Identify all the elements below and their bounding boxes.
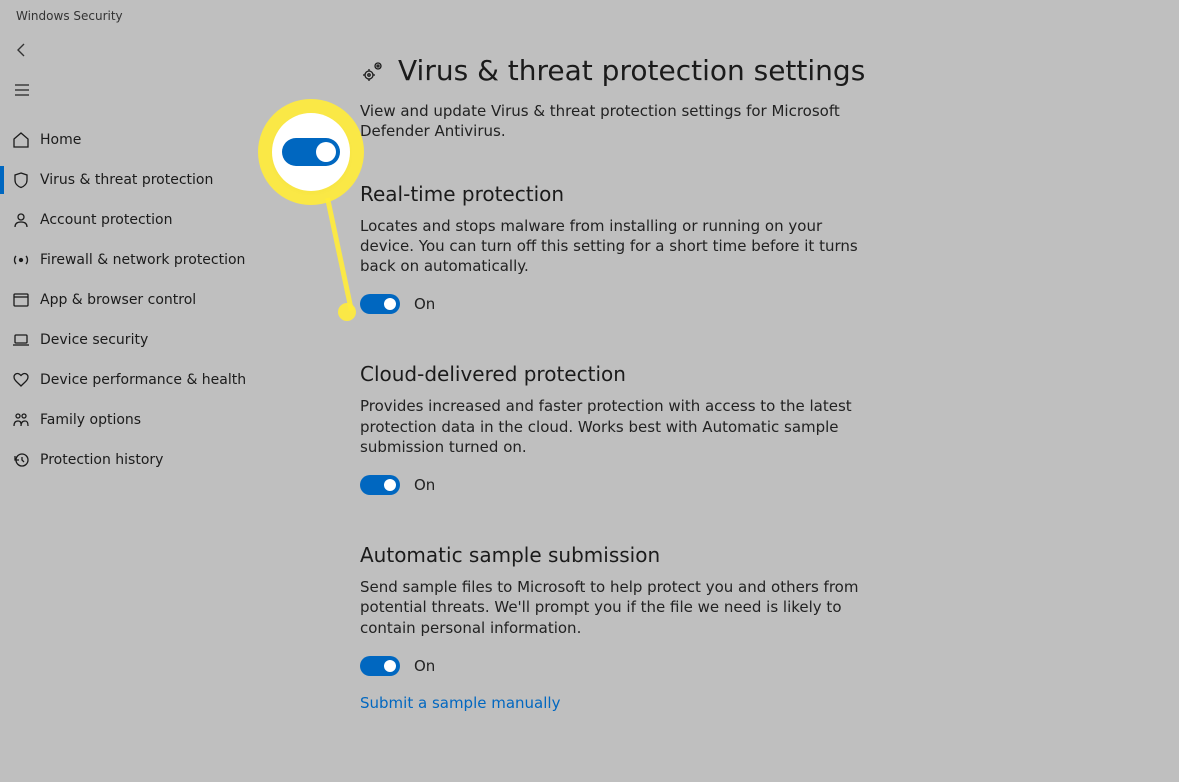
section-realtime-title: Real-time protection <box>360 182 880 206</box>
main-content: Virus & threat protection settings View … <box>320 32 1179 782</box>
section-sample-desc: Send sample files to Microsoft to help p… <box>360 577 880 638</box>
sidebar-item-label: Device performance & health <box>40 372 246 388</box>
section-realtime-desc: Locates and stops malware from installin… <box>360 216 880 277</box>
sidebar-item-label: Firewall & network protection <box>40 252 245 268</box>
history-icon <box>12 440 40 480</box>
page-header: Virus & threat protection settings <box>360 54 1139 87</box>
section-sample: Automatic sample submission Send sample … <box>360 543 880 712</box>
back-arrow-icon <box>14 42 30 62</box>
section-realtime: Real-time protection Locates and stops m… <box>360 182 880 315</box>
realtime-toggle[interactable] <box>360 294 400 314</box>
signal-icon <box>12 240 40 280</box>
window-icon <box>12 280 40 320</box>
sidebar-nav: Home Virus & threat protection Account p… <box>0 120 320 480</box>
sidebar-item-label: Home <box>40 132 81 148</box>
page-subtitle: View and update Virus & threat protectio… <box>360 101 880 142</box>
window-titlebar: Windows Security <box>0 0 1179 32</box>
heartbeat-icon <box>12 360 40 400</box>
shield-icon <box>12 160 40 200</box>
sidebar-item-app-browser[interactable]: App & browser control <box>0 280 320 320</box>
section-cloud: Cloud-delivered protection Provides incr… <box>360 362 880 495</box>
section-sample-title: Automatic sample submission <box>360 543 880 567</box>
sidebar-item-family-options[interactable]: Family options <box>0 400 320 440</box>
gears-icon <box>360 58 386 84</box>
sidebar: Home Virus & threat protection Account p… <box>0 32 320 782</box>
sidebar-item-home[interactable]: Home <box>0 120 320 160</box>
sidebar-item-firewall[interactable]: Firewall & network protection <box>0 240 320 280</box>
submit-sample-link[interactable]: Submit a sample manually <box>360 694 560 712</box>
sidebar-item-account-protection[interactable]: Account protection <box>0 200 320 240</box>
laptop-icon <box>12 320 40 360</box>
hamburger-icon <box>14 82 30 102</box>
menu-hamburger-button[interactable] <box>0 72 320 112</box>
sidebar-item-label: Device security <box>40 332 148 348</box>
page-title: Virus & threat protection settings <box>398 54 865 87</box>
section-cloud-desc: Provides increased and faster protection… <box>360 396 880 457</box>
sidebar-item-label: App & browser control <box>40 292 196 308</box>
sidebar-item-label: Family options <box>40 412 141 428</box>
sidebar-item-device-security[interactable]: Device security <box>0 320 320 360</box>
sidebar-item-virus-threat[interactable]: Virus & threat protection <box>0 160 320 200</box>
back-button[interactable] <box>0 32 320 72</box>
sidebar-item-protection-history[interactable]: Protection history <box>0 440 320 480</box>
sidebar-item-device-performance[interactable]: Device performance & health <box>0 360 320 400</box>
home-icon <box>12 120 40 160</box>
sample-toggle-state: On <box>414 657 435 675</box>
sidebar-item-label: Protection history <box>40 452 163 468</box>
person-icon <box>12 200 40 240</box>
realtime-toggle-state: On <box>414 295 435 313</box>
section-cloud-title: Cloud-delivered protection <box>360 362 880 386</box>
sample-toggle[interactable] <box>360 656 400 676</box>
sidebar-item-label: Virus & threat protection <box>40 172 213 188</box>
sidebar-item-label: Account protection <box>40 212 173 228</box>
window-title: Windows Security <box>16 9 123 23</box>
cloud-toggle[interactable] <box>360 475 400 495</box>
cloud-toggle-state: On <box>414 476 435 494</box>
family-icon <box>12 400 40 440</box>
